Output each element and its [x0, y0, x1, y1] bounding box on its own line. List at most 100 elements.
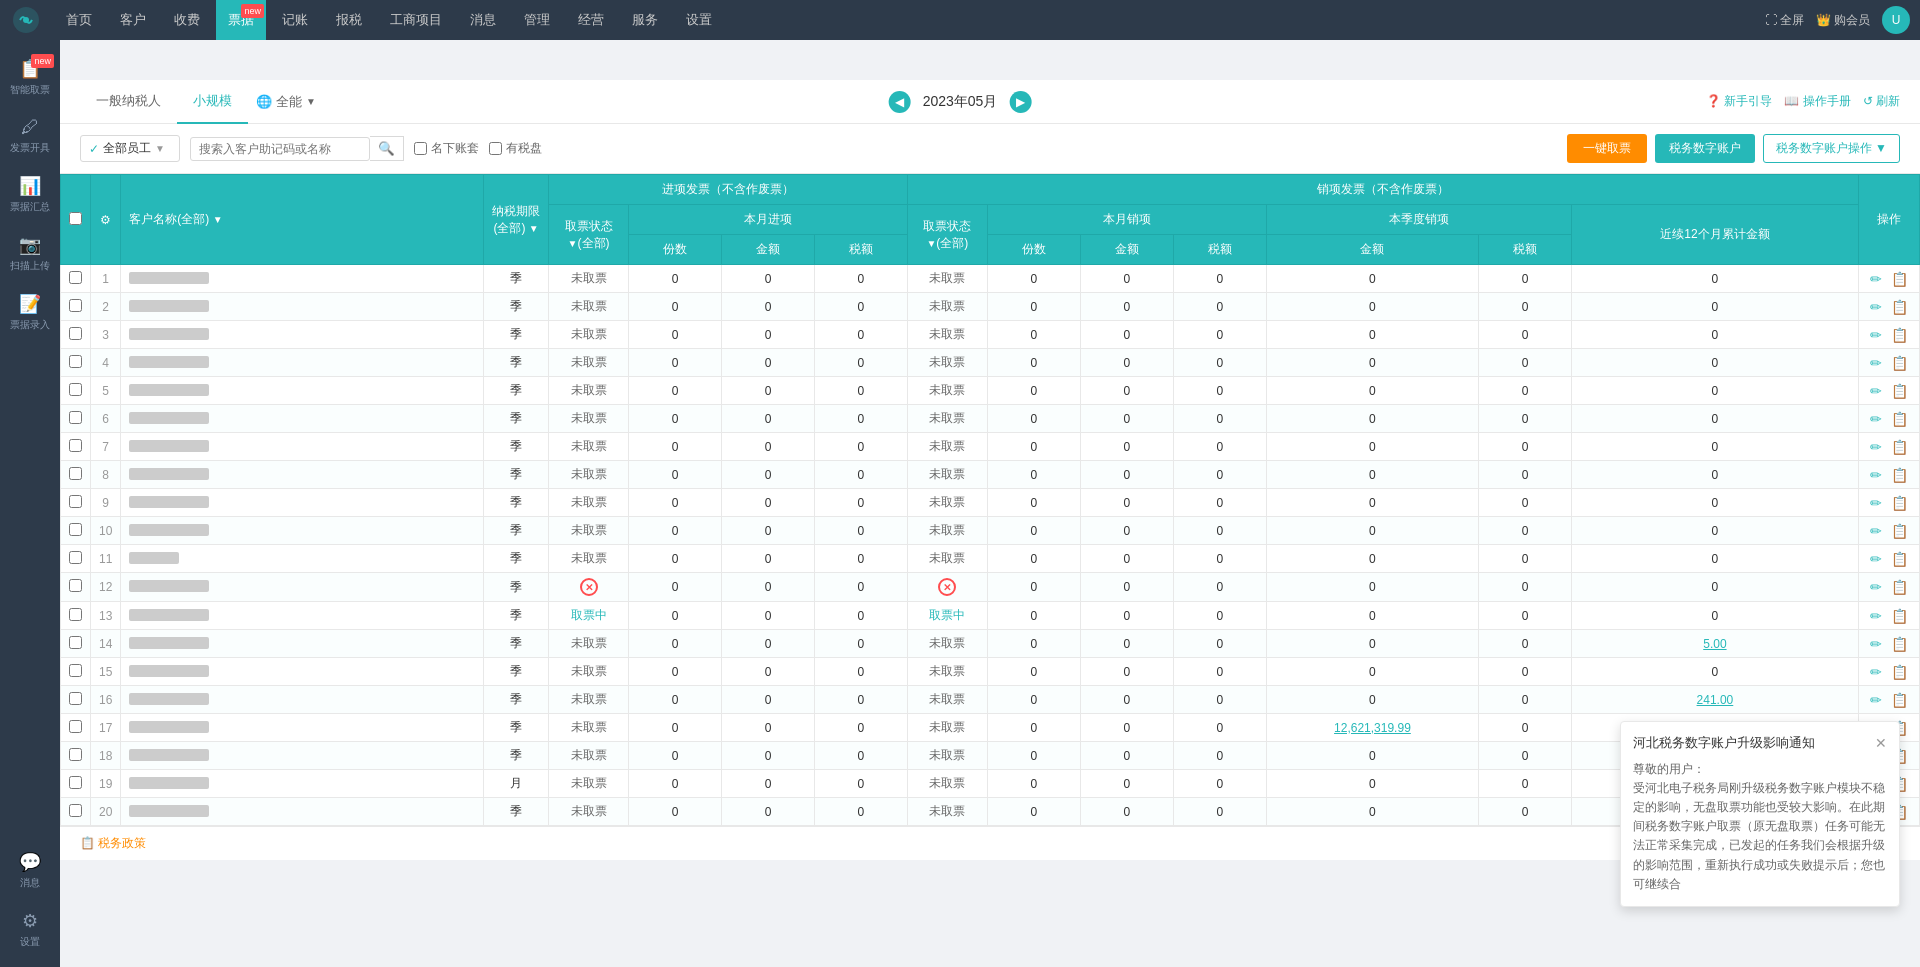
sidebar-item-smart-invoice[interactable]: new 📋 智能取票: [2, 50, 58, 105]
cell-checkbox[interactable]: [61, 461, 91, 489]
user-avatar[interactable]: U: [1882, 6, 1910, 34]
copy-button[interactable]: 📋: [1888, 271, 1911, 287]
row-checkbox[interactable]: [69, 636, 82, 649]
cell-checkbox[interactable]: [61, 742, 91, 770]
one-click-invoice-button[interactable]: 一键取票: [1567, 134, 1647, 163]
edit-button[interactable]: ✏: [1867, 636, 1885, 652]
cell-checkbox[interactable]: [61, 602, 91, 630]
row-checkbox[interactable]: [69, 495, 82, 508]
row-checkbox[interactable]: [69, 411, 82, 424]
copy-button[interactable]: 📋: [1888, 467, 1911, 483]
tab-small-scale[interactable]: 小规模: [177, 80, 248, 124]
row-checkbox[interactable]: [69, 523, 82, 536]
row-checkbox[interactable]: [69, 776, 82, 789]
row-checkbox[interactable]: [69, 720, 82, 733]
cell-checkbox[interactable]: [61, 405, 91, 433]
copy-button[interactable]: 📋: [1888, 439, 1911, 455]
cell-checkbox[interactable]: [61, 489, 91, 517]
nav-invoice[interactable]: 票据 new: [216, 0, 266, 40]
edit-button[interactable]: ✏: [1867, 439, 1885, 455]
cell-checkbox[interactable]: [61, 517, 91, 545]
copy-button[interactable]: 📋: [1888, 692, 1911, 708]
cell-checkbox[interactable]: [61, 770, 91, 798]
year-amount-link[interactable]: 5.00: [1703, 637, 1726, 651]
search-button[interactable]: 🔍: [370, 136, 404, 161]
filter-tax-disk-checkbox[interactable]: [489, 142, 502, 155]
year-amount-link[interactable]: 241.00: [1697, 693, 1734, 707]
fullscreen-button[interactable]: ⛶ 全屏: [1765, 12, 1804, 29]
staff-select[interactable]: ✓ 全部员工 ▼: [80, 135, 180, 162]
edit-button[interactable]: ✏: [1867, 467, 1885, 483]
cell-checkbox[interactable]: [61, 433, 91, 461]
tax-digital-account-button[interactable]: 税务数字账户: [1655, 134, 1755, 163]
copy-button[interactable]: 📋: [1888, 551, 1911, 567]
prev-month-button[interactable]: ◀: [889, 91, 911, 113]
copy-button[interactable]: 📋: [1888, 495, 1911, 511]
row-checkbox[interactable]: [69, 748, 82, 761]
tab-all[interactable]: 🌐 全能 ▼: [248, 93, 324, 111]
row-checkbox[interactable]: [69, 664, 82, 677]
sidebar-settings[interactable]: ⚙ 设置: [2, 902, 58, 957]
filter-tax-disk[interactable]: 有税盘: [489, 140, 542, 157]
edit-button[interactable]: ✏: [1867, 608, 1885, 624]
tax-policy-link[interactable]: 📋 税务政策: [80, 836, 146, 850]
cell-checkbox[interactable]: [61, 714, 91, 742]
edit-button[interactable]: ✏: [1867, 383, 1885, 399]
cell-checkbox[interactable]: [61, 377, 91, 405]
nav-home[interactable]: 首页: [54, 0, 104, 40]
nav-business[interactable]: 工商项目: [378, 0, 454, 40]
next-month-button[interactable]: ▶: [1009, 91, 1031, 113]
sidebar-item-scan-upload[interactable]: 📷 扫描上传: [2, 226, 58, 281]
nav-message[interactable]: 消息: [458, 0, 508, 40]
nav-customer[interactable]: 客户: [108, 0, 158, 40]
nav-settings[interactable]: 设置: [674, 0, 724, 40]
search-input[interactable]: [190, 137, 370, 161]
sidebar-item-invoice-open[interactable]: 🖊 发票开具: [2, 109, 58, 163]
copy-button[interactable]: 📋: [1888, 355, 1911, 371]
filter-own-accounts-checkbox[interactable]: [414, 142, 427, 155]
nav-operation[interactable]: 经营: [566, 0, 616, 40]
cell-checkbox[interactable]: [61, 349, 91, 377]
edit-button[interactable]: ✏: [1867, 692, 1885, 708]
row-checkbox[interactable]: [69, 439, 82, 452]
tax-operations-button[interactable]: 税务数字账户操作 ▼: [1763, 134, 1900, 163]
edit-button[interactable]: ✏: [1867, 271, 1885, 287]
row-checkbox[interactable]: [69, 327, 82, 340]
copy-button[interactable]: 📋: [1888, 664, 1911, 680]
manual-button[interactable]: 📖 操作手册: [1784, 93, 1850, 110]
copy-button[interactable]: 📋: [1888, 636, 1911, 652]
sidebar-item-invoice-entry[interactable]: 📝 票据录入: [2, 285, 58, 340]
cell-checkbox[interactable]: [61, 293, 91, 321]
edit-button[interactable]: ✏: [1867, 664, 1885, 680]
copy-button[interactable]: 📋: [1888, 383, 1911, 399]
cell-checkbox[interactable]: [61, 798, 91, 826]
cell-checkbox[interactable]: [61, 630, 91, 658]
copy-button[interactable]: 📋: [1888, 523, 1911, 539]
member-button[interactable]: 👑 购会员: [1816, 12, 1870, 29]
edit-button[interactable]: ✏: [1867, 551, 1885, 567]
edit-button[interactable]: ✏: [1867, 355, 1885, 371]
copy-button[interactable]: 📋: [1888, 299, 1911, 315]
copy-button[interactable]: 📋: [1888, 411, 1911, 427]
edit-button[interactable]: ✏: [1867, 495, 1885, 511]
nav-accounting[interactable]: 记账: [270, 0, 320, 40]
edit-button[interactable]: ✏: [1867, 327, 1885, 343]
new-guide-button[interactable]: ❓ 新手引导: [1706, 93, 1772, 110]
edit-button[interactable]: ✏: [1867, 579, 1885, 595]
cell-checkbox[interactable]: [61, 545, 91, 573]
row-checkbox[interactable]: [69, 692, 82, 705]
cell-checkbox[interactable]: [61, 573, 91, 602]
row-checkbox[interactable]: [69, 355, 82, 368]
app-logo[interactable]: [10, 4, 42, 36]
row-checkbox[interactable]: [69, 551, 82, 564]
quarter-amount-link[interactable]: 12,621,319.99: [1334, 721, 1411, 735]
copy-button[interactable]: 📋: [1888, 579, 1911, 595]
refresh-button[interactable]: ↺ 刷新: [1863, 93, 1900, 110]
nav-service[interactable]: 服务: [620, 0, 670, 40]
notification-close-button[interactable]: ✕: [1875, 735, 1887, 751]
filter-own-accounts[interactable]: 名下账套: [414, 140, 479, 157]
edit-button[interactable]: ✏: [1867, 523, 1885, 539]
row-checkbox[interactable]: [69, 467, 82, 480]
cell-checkbox[interactable]: [61, 658, 91, 686]
row-checkbox[interactable]: [69, 299, 82, 312]
